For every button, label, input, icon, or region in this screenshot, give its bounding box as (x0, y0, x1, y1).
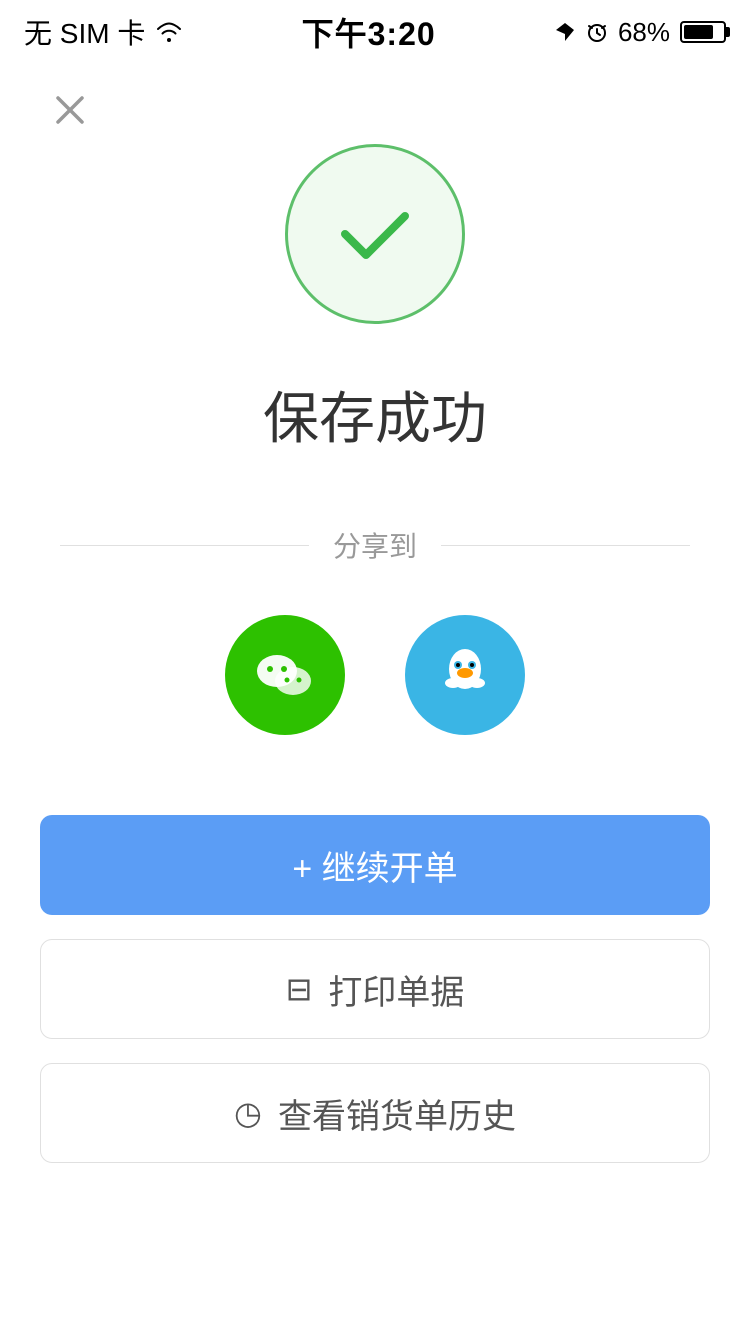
battery-icon (680, 21, 726, 43)
checkmark-icon (330, 189, 420, 279)
continue-label: + 继续开单 (292, 841, 457, 890)
status-bar: 无 SIM 卡 下午3:20 68% (0, 0, 750, 64)
print-button[interactable]: ⊟ 打印单据 (40, 939, 710, 1039)
history-label: 查看销货单历史 (278, 1089, 516, 1138)
history-button[interactable]: ◷ 查看销货单历史 (40, 1063, 710, 1163)
location-icon (554, 21, 576, 43)
divider-line-left (60, 545, 309, 546)
carrier-text: 无 SIM 卡 (24, 12, 145, 52)
status-right: 68% (554, 17, 726, 48)
divider-line-right (441, 545, 690, 546)
alarm-icon (586, 21, 608, 43)
close-button[interactable] (40, 80, 100, 140)
main-content: 保存成功 分享到 (0, 64, 750, 1163)
battery-percentage: 68% (618, 17, 670, 48)
success-icon-circle (285, 144, 465, 324)
action-buttons-container: + 继续开单 ⊟ 打印单据 ◷ 查看销货单历史 (0, 815, 750, 1163)
history-icon: ◷ (234, 1094, 262, 1132)
continue-button[interactable]: + 继续开单 (40, 815, 710, 915)
status-time: 下午3:20 (302, 9, 436, 55)
print-icon: ⊟ (286, 970, 313, 1008)
share-label: 分享到 (309, 525, 441, 565)
wechat-logo-icon (249, 639, 321, 711)
success-title: 保存成功 (263, 374, 487, 455)
wechat-share-button[interactable] (225, 615, 345, 735)
print-label: 打印单据 (328, 965, 464, 1014)
share-icons-container (225, 615, 525, 735)
wifi-icon (155, 22, 183, 42)
qq-share-button[interactable] (405, 615, 525, 735)
status-carrier: 无 SIM 卡 (24, 12, 183, 52)
share-divider: 分享到 (0, 525, 750, 565)
qq-logo-icon (429, 639, 501, 711)
